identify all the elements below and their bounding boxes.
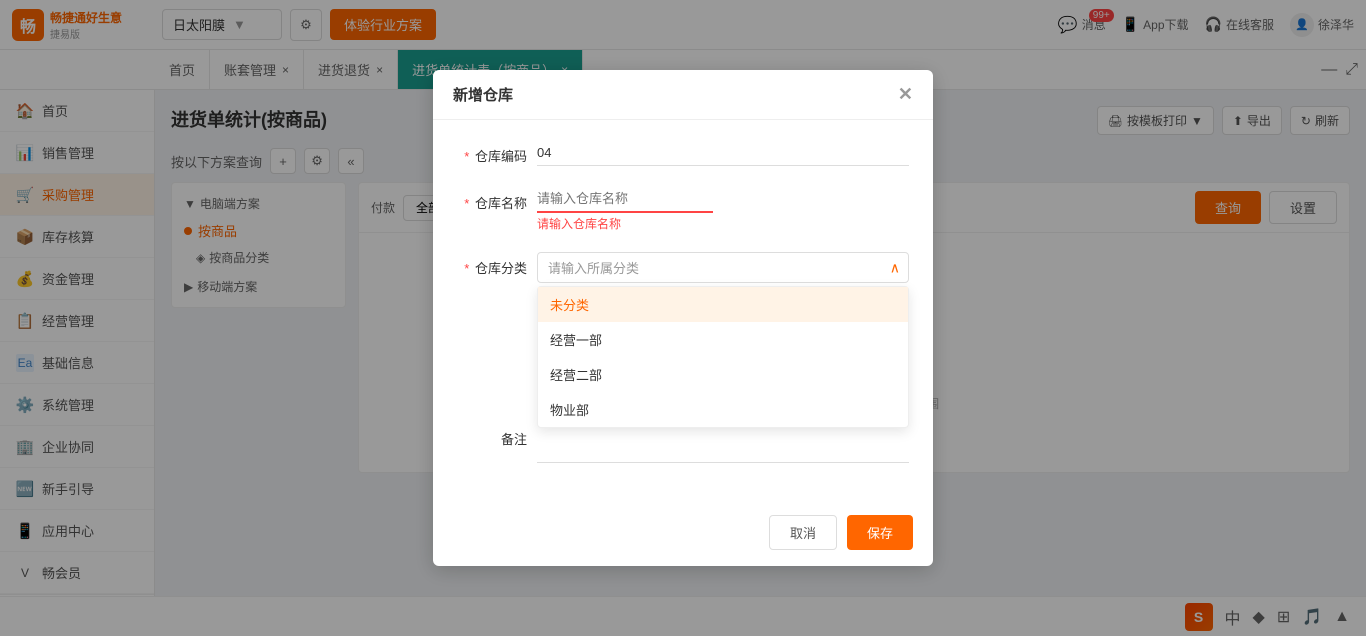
save-button[interactable]: 保存 [847,515,913,550]
modal-footer: 取消 保存 [433,503,933,566]
modal-close-button[interactable]: ✕ [898,84,913,105]
code-label: * 仓库编码 [457,140,537,165]
name-label: * 仓库名称 [457,187,537,212]
form-row-category: * 仓库分类 请输入所属分类 ∧ 未分类 经营一部 经营二部 物业部 [457,252,909,283]
category-dropdown-trigger[interactable]: 请输入所属分类 ∧ [537,252,909,283]
modal-body: * 仓库编码 * 仓库名称 请输入仓库名称 [433,120,933,503]
dropdown-arrow-icon: ∧ [890,259,900,276]
name-error-message: 请输入仓库名称 [537,215,621,232]
category-input-wrap: 请输入所属分类 ∧ 未分类 经营一部 经营二部 物业部 [537,252,909,283]
name-input[interactable] [537,186,713,213]
add-warehouse-modal: 新增仓库 ✕ * 仓库编码 * 仓库名称 [433,70,933,566]
option-dept2[interactable]: 经营二部 [538,357,908,392]
modal-overlay[interactable]: 新增仓库 ✕ * 仓库编码 * 仓库名称 [0,0,1366,636]
cancel-button[interactable]: 取消 [769,515,837,550]
form-row-code: * 仓库编码 [457,140,909,166]
category-label: * 仓库分类 [457,252,537,277]
note-label: 备注 [457,423,537,448]
option-unclassified[interactable]: 未分类 [538,287,908,322]
code-input[interactable] [537,140,909,166]
category-dropdown-list: 未分类 经营一部 经营二部 物业部 [537,286,909,428]
modal-title: 新增仓库 [453,84,513,105]
note-textarea[interactable] [537,423,909,463]
form-row-note: 备注 [457,423,909,463]
option-dept1[interactable]: 经营一部 [538,322,908,357]
modal-header: 新增仓库 ✕ [433,70,933,120]
option-property[interactable]: 物业部 [538,392,908,427]
form-row-name: * 仓库名称 请输入仓库名称 [457,186,909,232]
